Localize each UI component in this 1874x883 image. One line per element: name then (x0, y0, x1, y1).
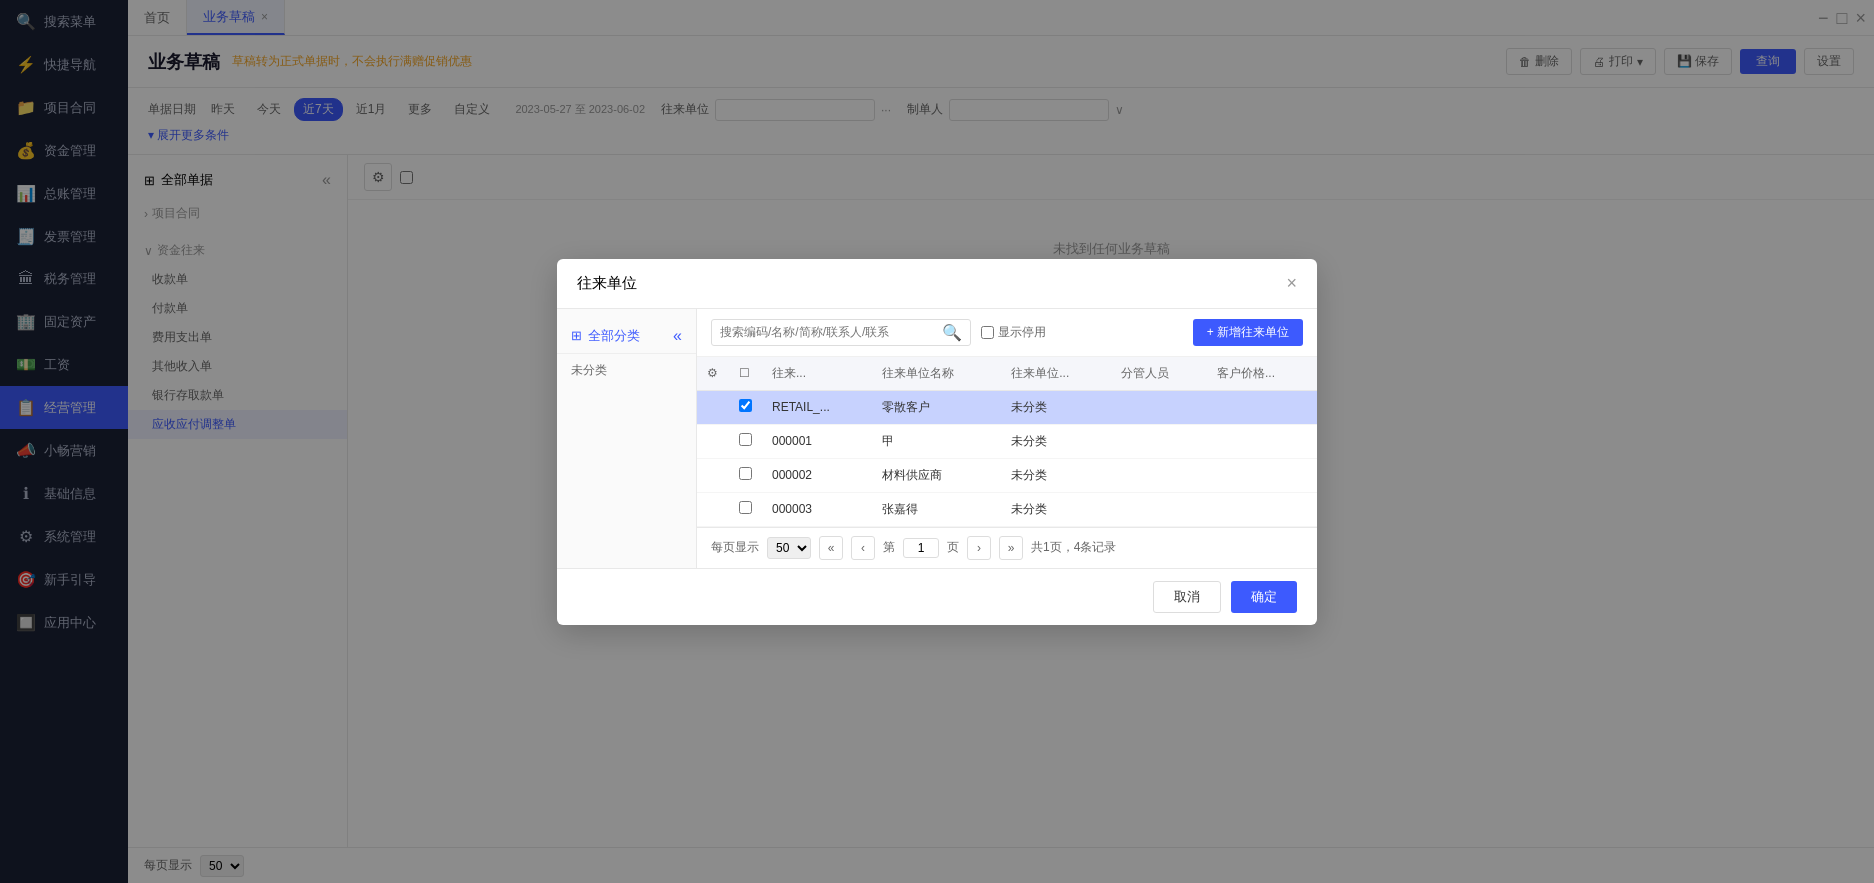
dialog-overlay: 往来单位 × ⊞ 全部分类 « 未分类 🔍 (0, 0, 1874, 883)
row-manager-1 (1111, 390, 1207, 424)
dialog-pagination: 每页显示 50 « ‹ 第 页 › » 共1页，4条记录 (697, 527, 1317, 568)
row-price-2 (1207, 424, 1317, 458)
dialog-footer: 取消 确定 (557, 568, 1317, 625)
row-price-4 (1207, 492, 1317, 526)
row-code-4: 000003 (762, 492, 872, 526)
table-header-row: ⚙ ☐ 往来... 往来单位名称 往来单位... 分管人员 客户价格... (697, 357, 1317, 391)
row-code-2: 000001 (762, 424, 872, 458)
dialog-table: ⚙ ☐ 往来... 往来单位名称 往来单位... 分管人员 客户价格... (697, 357, 1317, 527)
table-row[interactable]: 000002 材料供应商 未分类 (697, 458, 1317, 492)
row-manager-4 (1111, 492, 1207, 526)
row-name-1: 零散客户 (872, 390, 1002, 424)
row-category-4: 未分类 (1001, 492, 1111, 526)
search-input-wrap: 🔍 (711, 319, 971, 346)
dialog-search-bar: 🔍 显示停用 + 新增往来单位 (697, 309, 1317, 357)
next-page-button[interactable]: › (967, 536, 991, 560)
cancel-button[interactable]: 取消 (1153, 581, 1221, 613)
row-check-4 (729, 492, 762, 526)
th-check: ☐ (729, 357, 762, 391)
dialog-table-panel: 🔍 显示停用 + 新增往来单位 ⚙ (697, 309, 1317, 568)
row-code-3: 000002 (762, 458, 872, 492)
search-icon: 🔍 (942, 323, 962, 342)
partner-dialog: 往来单位 × ⊞ 全部分类 « 未分类 🔍 (557, 259, 1317, 625)
th-settings: ⚙ (697, 357, 729, 391)
row-category-1: 未分类 (1001, 390, 1111, 424)
dialog-header: 往来单位 × (557, 259, 1317, 309)
row-category-3: 未分类 (1001, 458, 1111, 492)
th-code: 往来... (762, 357, 872, 391)
dialog-close-button[interactable]: × (1286, 273, 1297, 294)
grid-icon-small: ⊞ (571, 328, 582, 343)
row-price-3 (1207, 458, 1317, 492)
dialog-search-input[interactable] (720, 325, 938, 339)
confirm-button[interactable]: 确定 (1231, 581, 1297, 613)
first-page-button[interactable]: « (819, 536, 843, 560)
prev-page-button[interactable]: ‹ (851, 536, 875, 560)
row-name-4: 张嘉得 (872, 492, 1002, 526)
row-name-2: 甲 (872, 424, 1002, 458)
row-category-2: 未分类 (1001, 424, 1111, 458)
partners-table-body: RETAIL_... 零散客户 未分类 000001 甲 (697, 390, 1317, 526)
category-item-unclassified[interactable]: 未分类 (557, 354, 696, 387)
th-category: 往来单位... (1001, 357, 1111, 391)
row-check-1 (729, 390, 762, 424)
row-price-1 (1207, 390, 1317, 424)
row-code-1: RETAIL_... (762, 390, 872, 424)
row-settings-2 (697, 424, 729, 458)
th-price: 客户价格... (1207, 357, 1317, 391)
row-settings-1 (697, 390, 729, 424)
category-panel: ⊞ 全部分类 « 未分类 (557, 309, 697, 568)
row-settings-3 (697, 458, 729, 492)
table-row[interactable]: 000001 甲 未分类 (697, 424, 1317, 458)
th-manager: 分管人员 (1111, 357, 1207, 391)
page-number-input[interactable] (903, 538, 939, 558)
dialog-page-size[interactable]: 50 (767, 537, 811, 559)
row-settings-4 (697, 492, 729, 526)
table-row[interactable]: 000003 张嘉得 未分类 (697, 492, 1317, 526)
row-manager-2 (1111, 424, 1207, 458)
table-row[interactable]: RETAIL_... 零散客户 未分类 (697, 390, 1317, 424)
last-page-button[interactable]: » (999, 536, 1023, 560)
row-check-3 (729, 458, 762, 492)
row-manager-3 (1111, 458, 1207, 492)
dialog-title: 往来单位 (577, 274, 637, 293)
show-disabled-checkbox[interactable] (981, 326, 994, 339)
partners-table: ⚙ ☐ 往来... 往来单位名称 往来单位... 分管人员 客户价格... (697, 357, 1317, 527)
category-header: ⊞ 全部分类 « (557, 319, 696, 354)
category-collapse-button[interactable]: « (673, 327, 682, 345)
add-partner-button[interactable]: + 新增往来单位 (1193, 319, 1303, 346)
show-disabled-label[interactable]: 显示停用 (981, 324, 1046, 341)
dialog-body: ⊞ 全部分类 « 未分类 🔍 显示停用 (557, 309, 1317, 568)
th-name: 往来单位名称 (872, 357, 1002, 391)
row-check-2 (729, 424, 762, 458)
row-name-3: 材料供应商 (872, 458, 1002, 492)
